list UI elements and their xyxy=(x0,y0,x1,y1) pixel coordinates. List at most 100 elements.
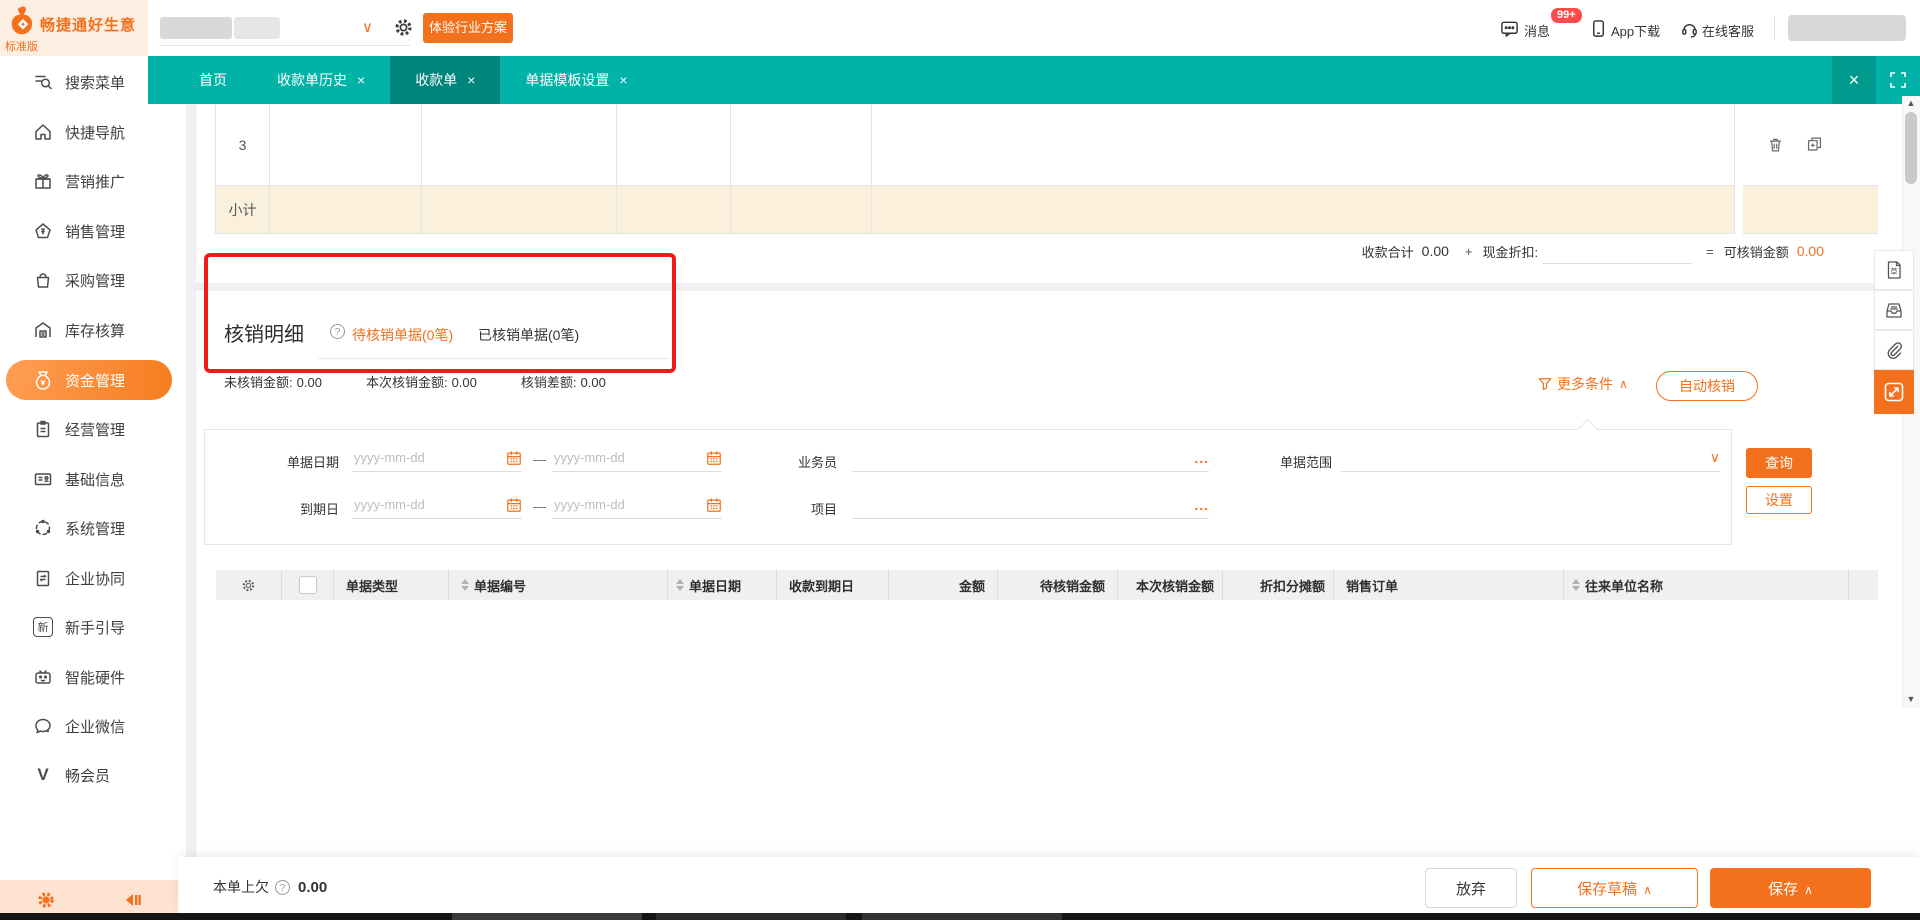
project-input[interactable] xyxy=(852,496,1195,513)
calendar-icon[interactable] xyxy=(506,450,522,466)
doc-date-to-field[interactable] xyxy=(552,444,722,472)
template-tray-button[interactable] xyxy=(1874,290,1914,330)
calendar-icon[interactable] xyxy=(506,497,522,513)
col-doc-type[interactable]: 单据类型 xyxy=(334,570,449,600)
doc-scope-input[interactable] xyxy=(1341,449,1710,466)
expand-fullscreen-button[interactable] xyxy=(1874,370,1914,414)
sidebar-item-wechat-work[interactable]: 企业微信 xyxy=(0,706,178,746)
phone-icon[interactable] xyxy=(1589,19,1608,38)
sidebar-item-collaboration[interactable]: 企业协同 xyxy=(0,558,178,598)
doc-date-to-input[interactable] xyxy=(552,449,702,466)
sort-icon[interactable] xyxy=(461,579,469,591)
chevron-down-icon[interactable]: ∨ xyxy=(1710,449,1720,466)
sidebar-item-member[interactable]: V 畅会员 xyxy=(0,755,178,795)
col-current-amount[interactable]: 本次核销金额 xyxy=(1118,570,1223,600)
ellipsis-picker-icon[interactable]: ... xyxy=(1194,497,1209,513)
taskbar-segment xyxy=(656,913,846,920)
save-button[interactable]: 保存 ∧ xyxy=(1710,868,1871,908)
doc-date-from-input[interactable] xyxy=(352,449,502,466)
copy-add-row-icon[interactable] xyxy=(1806,136,1823,153)
collapse-sidebar-icon[interactable] xyxy=(122,890,142,910)
taskbar-segment xyxy=(862,913,1062,920)
save-draft-button[interactable]: 保存草稿 ∧ xyxy=(1531,868,1698,908)
sidebar-item-quick-nav[interactable]: 快捷导航 xyxy=(0,112,178,152)
ellipsis-picker-icon[interactable]: ... xyxy=(1194,450,1209,466)
close-icon[interactable]: × xyxy=(357,72,365,88)
tab-home[interactable]: 首页 xyxy=(174,56,252,104)
col-partner-name[interactable]: 往来单位名称 xyxy=(1564,570,1849,600)
query-button[interactable]: 查询 xyxy=(1746,448,1812,478)
col-amount[interactable]: 金额 xyxy=(889,570,998,600)
sort-icon[interactable] xyxy=(676,579,684,591)
tab-pending-writeoff[interactable]: 待核销单据(0笔) xyxy=(352,325,453,345)
app-download-link[interactable]: App下载 xyxy=(1611,21,1660,40)
salesman-input[interactable] xyxy=(852,449,1195,466)
sidebar-item-funds[interactable]: 资金管理 xyxy=(6,360,172,400)
attachment-button[interactable] xyxy=(1874,330,1914,370)
col-pending-amount[interactable]: 待核销金额 xyxy=(998,570,1118,600)
smart-device-icon xyxy=(35,669,51,684)
inbox-tray-icon xyxy=(1886,303,1902,318)
grid-row-3[interactable]: 3 xyxy=(215,104,1735,186)
headset-icon[interactable] xyxy=(1680,19,1699,38)
close-tabs-button[interactable]: × xyxy=(1832,56,1876,104)
due-date-to-input[interactable] xyxy=(552,496,702,513)
trial-industry-button[interactable]: 体验行业方案 xyxy=(423,13,513,43)
delete-row-icon[interactable] xyxy=(1767,136,1784,153)
col-due-date[interactable]: 收款到期日 xyxy=(777,570,889,600)
due-date-from-input[interactable] xyxy=(352,496,502,513)
redacted-user-account[interactable] xyxy=(1788,15,1906,41)
scroll-down-icon[interactable]: ▼ xyxy=(1904,694,1918,704)
sidebar-item-system[interactable]: 系统管理 xyxy=(0,508,178,548)
col-doc-number[interactable]: 单据编号 xyxy=(449,570,668,600)
settings-gear-icon[interactable] xyxy=(393,17,414,38)
tab-receipt-active[interactable]: 收款单 × xyxy=(390,56,501,104)
more-filters-toggle[interactable]: 更多条件 ∧ xyxy=(1538,374,1628,394)
close-icon[interactable]: × xyxy=(467,72,475,88)
draft-list-button[interactable]: 草 xyxy=(1874,250,1914,290)
tab-settled-writeoff[interactable]: 已核销单据(0笔) xyxy=(478,325,579,345)
scroll-up-icon[interactable]: ▲ xyxy=(1904,98,1918,108)
sidebar-item-base-info[interactable]: 基础信息 xyxy=(0,459,178,499)
app-logo[interactable]: 畅捷通好生意 标准版 xyxy=(0,0,148,56)
discard-button[interactable]: 放弃 xyxy=(1425,868,1517,908)
tab-receipt-history[interactable]: 收款单历史 × xyxy=(252,56,390,104)
settings-button[interactable]: 设置 xyxy=(1746,486,1812,514)
due-date-to-field[interactable] xyxy=(552,491,722,519)
column-gear-icon[interactable] xyxy=(241,578,256,593)
project-field[interactable]: ... xyxy=(852,491,1209,519)
col-sales-order[interactable]: 销售订单 xyxy=(1334,570,1564,600)
messages-link[interactable]: 消息 xyxy=(1524,21,1550,40)
col-doc-date[interactable]: 单据日期 xyxy=(668,570,777,600)
online-service-link[interactable]: 在线客服 xyxy=(1702,21,1754,40)
sidebar-item-purchase[interactable]: 采购管理 xyxy=(0,260,178,300)
warehouse-icon xyxy=(35,322,51,338)
doc-date-from-field[interactable] xyxy=(352,444,522,472)
auto-writeoff-button[interactable]: 自动核销 xyxy=(1656,371,1758,401)
select-all-checkbox[interactable] xyxy=(298,576,317,594)
sidebar-item-sales[interactable]: 销售管理 xyxy=(0,211,178,251)
calendar-icon[interactable] xyxy=(706,497,722,513)
salesman-field[interactable]: ... xyxy=(852,444,1209,472)
chevron-down-icon[interactable]: ∨ xyxy=(362,18,373,36)
tab-template-settings[interactable]: 单据模板设置 × xyxy=(500,56,652,104)
sort-icon[interactable] xyxy=(1572,579,1580,591)
close-icon[interactable]: × xyxy=(619,72,627,88)
cash-discount-input[interactable] xyxy=(1542,239,1693,264)
sidebar-item-operations[interactable]: 经营管理 xyxy=(0,409,178,449)
calendar-icon[interactable] xyxy=(706,450,722,466)
row-number-cell: 3 xyxy=(216,104,270,185)
sidebar-item-menu-search[interactable]: 搜索菜单 xyxy=(0,62,178,102)
sidebar-item-newbie-guide[interactable]: 新 新手引导 xyxy=(0,607,178,647)
help-question-icon[interactable]: ? xyxy=(330,324,345,339)
scrollbar-thumb[interactable] xyxy=(1905,112,1917,184)
doc-scope-select[interactable]: ∨ xyxy=(1341,444,1720,472)
help-question-icon[interactable]: ? xyxy=(275,879,290,895)
sidebar-item-smart-hardware[interactable]: 智能硬件 xyxy=(0,657,178,697)
message-icon[interactable] xyxy=(1500,19,1519,38)
col-discount-share[interactable]: 折扣分摊额 xyxy=(1223,570,1334,600)
sidebar-item-marketing[interactable]: 营销推广 xyxy=(0,161,178,201)
sidebar-item-inventory[interactable]: 库存核算 xyxy=(0,310,178,350)
due-date-from-field[interactable] xyxy=(352,491,522,519)
sidebar-settings-gear-icon[interactable] xyxy=(36,890,56,910)
